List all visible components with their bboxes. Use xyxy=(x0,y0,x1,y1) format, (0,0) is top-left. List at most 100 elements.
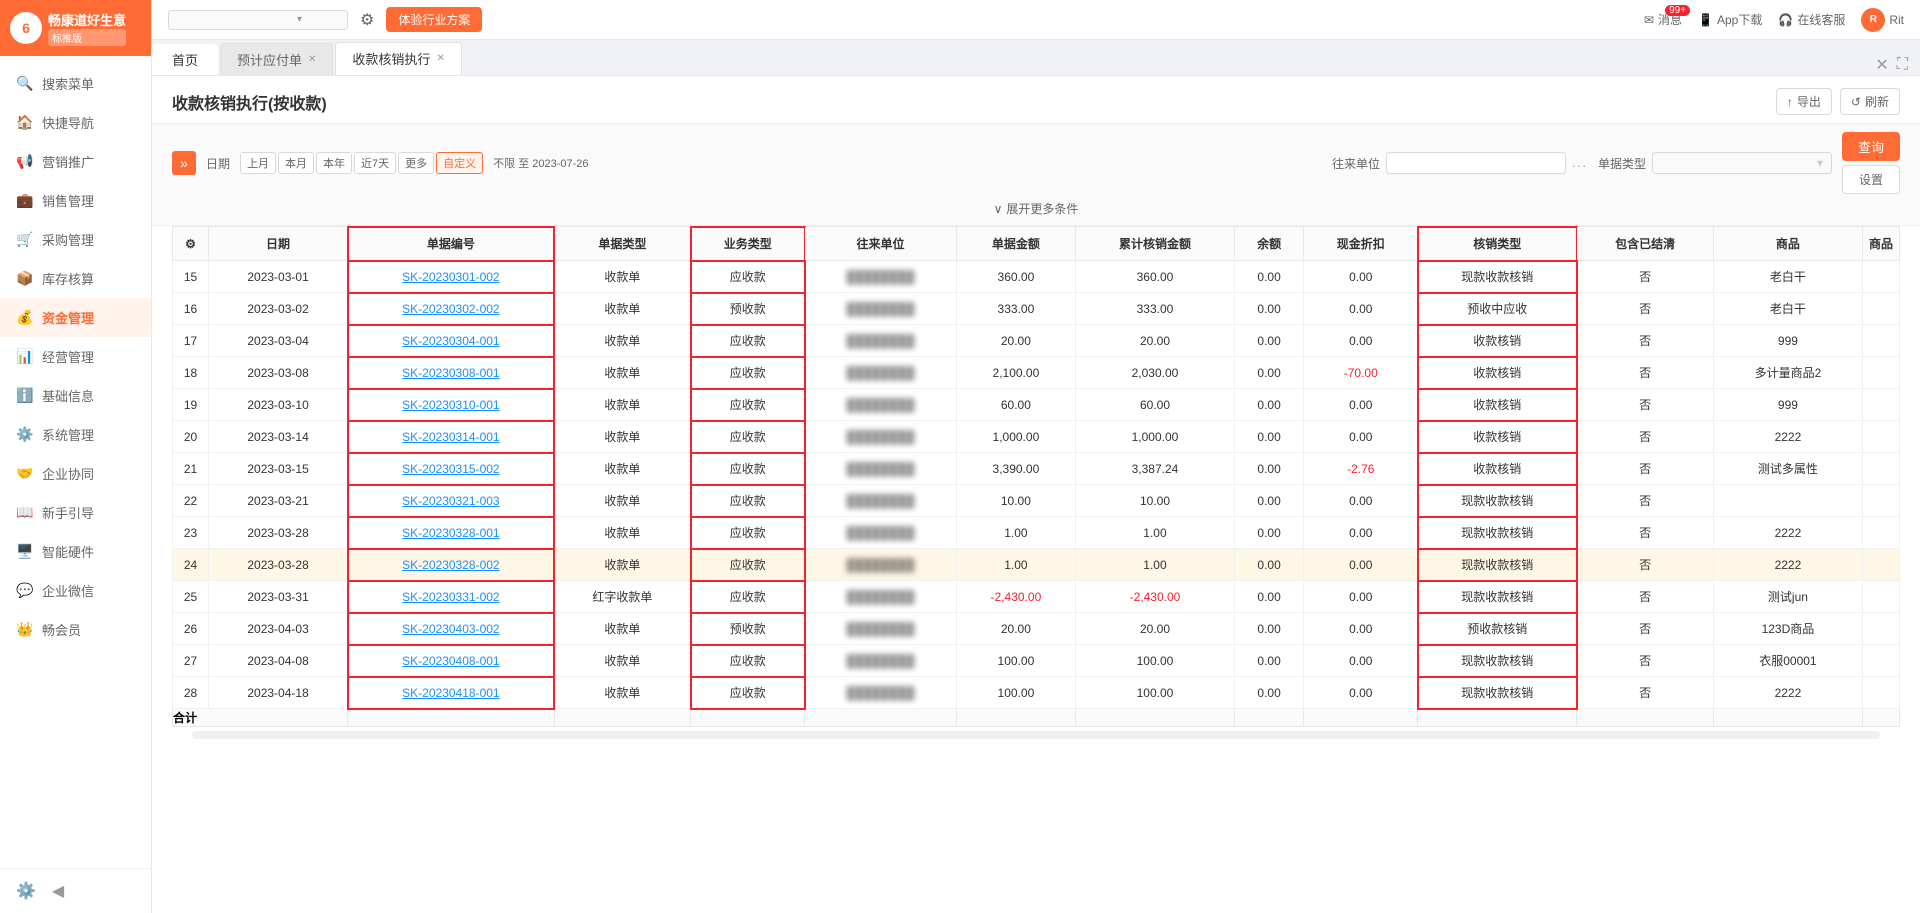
export-button[interactable]: ↑ 导出 xyxy=(1776,88,1832,115)
gear-icon[interactable]: ⚙ xyxy=(360,10,374,30)
btn-custom-date[interactable]: 自定义 xyxy=(436,152,483,174)
message-button[interactable]: ✉ 消息 99+ xyxy=(1644,11,1682,28)
doc-no-link[interactable]: SK-20230403-002 xyxy=(402,622,499,636)
col-doc-type[interactable]: 单据类型 xyxy=(554,227,691,261)
btn-this-year[interactable]: 本年 xyxy=(316,152,352,174)
cell-doc-no[interactable]: SK-20230328-002 xyxy=(348,549,555,581)
cell-doc-no[interactable]: SK-20230304-001 xyxy=(348,325,555,357)
col-cash-discount[interactable]: 现金折扣 xyxy=(1304,227,1418,261)
cell-goods2 xyxy=(1862,261,1899,293)
query-button[interactable]: 查询 xyxy=(1842,132,1900,161)
sidebar-item-hardware[interactable]: 🖥️智能硬件 xyxy=(0,532,151,571)
search-input[interactable] xyxy=(177,13,297,27)
doc-no-link[interactable]: SK-20230308-001 xyxy=(402,366,499,380)
tab-prepayment[interactable]: 预计应付单 ✕ xyxy=(220,43,333,75)
type-select[interactable]: ▾ xyxy=(1652,152,1832,174)
btn-last-7-days[interactable]: 近7天 xyxy=(354,152,396,174)
tab-close-all-icon[interactable]: ✕ xyxy=(1875,55,1888,75)
doc-no-link[interactable]: SK-20230321-003 xyxy=(402,494,499,508)
col-write-off-amount[interactable]: 累计核销金额 xyxy=(1075,227,1234,261)
doc-no-link[interactable]: SK-20230328-001 xyxy=(402,526,499,540)
settings-icon[interactable]: ⚙️ xyxy=(16,881,36,901)
doc-no-link[interactable]: SK-20230302-002 xyxy=(402,302,499,316)
doc-no-link[interactable]: SK-20230408-001 xyxy=(402,654,499,668)
cell-balance: 0.00 xyxy=(1234,421,1303,453)
online-service-button[interactable]: 🎧 在线客服 xyxy=(1778,11,1845,28)
cell-doc-no[interactable]: SK-20230331-002 xyxy=(348,581,555,613)
cell-goods2 xyxy=(1862,549,1899,581)
col-goods2[interactable]: 商品 xyxy=(1862,227,1899,261)
cell-write-off-amount: 1.00 xyxy=(1075,549,1234,581)
solution-button[interactable]: 体验行业方案 xyxy=(386,7,482,32)
cell-doc-no[interactable]: SK-20230308-001 xyxy=(348,357,555,389)
doc-no-link[interactable]: SK-20230328-002 xyxy=(402,558,499,572)
cell-idx: 25 xyxy=(173,581,209,613)
table-scrollbar[interactable] xyxy=(192,731,1880,739)
cell-doc-no[interactable]: SK-20230408-001 xyxy=(348,645,555,677)
sidebar-item-enterprise[interactable]: 🤝企业协同 xyxy=(0,454,151,493)
col-unit[interactable]: 往来单位 xyxy=(805,227,957,261)
collapse-icon[interactable]: ◀ xyxy=(52,881,64,901)
sidebar-footer[interactable]: ⚙️ ◀ xyxy=(0,868,151,913)
col-balance[interactable]: 余额 xyxy=(1234,227,1303,261)
doc-no-link[interactable]: SK-20230418-001 xyxy=(402,686,499,700)
unit-input[interactable] xyxy=(1386,152,1566,174)
sidebar-item-inventory[interactable]: 📦库存核算 xyxy=(0,259,151,298)
sidebar-item-purchase[interactable]: 🛒采购管理 xyxy=(0,220,151,259)
col-write-off-type[interactable]: 核销类型 xyxy=(1418,227,1577,261)
doc-no-link[interactable]: SK-20230315-002 xyxy=(402,462,499,476)
sidebar-item-member[interactable]: 👑畅会员 xyxy=(0,610,151,649)
tab-expand-icon[interactable]: ⛶ xyxy=(1897,56,1908,74)
cell-doc-no[interactable]: SK-20230321-003 xyxy=(348,485,555,517)
cell-doc-no[interactable]: SK-20230310-001 xyxy=(348,389,555,421)
sidebar-item-sales[interactable]: 💼销售管理 xyxy=(0,181,151,220)
col-doc-no[interactable]: 单据编号 xyxy=(348,227,555,261)
filter-settings-button[interactable]: 设置 xyxy=(1842,165,1900,194)
sidebar-item-operations[interactable]: 📊经营管理 xyxy=(0,337,151,376)
sidebar-label-system: 系统管理 xyxy=(42,425,94,444)
doc-no-link[interactable]: SK-20230310-001 xyxy=(402,398,499,412)
sidebar-item-system[interactable]: ⚙️系统管理 xyxy=(0,415,151,454)
cell-doc-no[interactable]: SK-20230328-001 xyxy=(348,517,555,549)
refresh-button[interactable]: ↺ 刷新 xyxy=(1840,88,1900,115)
col-include-settled[interactable]: 包含已结清 xyxy=(1577,227,1714,261)
cell-date: 2023-03-28 xyxy=(209,517,348,549)
cell-date: 2023-03-08 xyxy=(209,357,348,389)
sidebar-item-search[interactable]: 🔍搜索菜单 xyxy=(0,64,151,103)
cell-doc-no[interactable]: SK-20230314-001 xyxy=(348,421,555,453)
cell-goods2 xyxy=(1862,389,1899,421)
btn-this-month[interactable]: 本月 xyxy=(278,152,314,174)
tab-close-receipt[interactable]: ✕ xyxy=(436,53,444,64)
cell-doc-no[interactable]: SK-20230418-001 xyxy=(348,677,555,709)
expand-more-button[interactable]: ∨ 展开更多条件 xyxy=(994,200,1079,217)
cell-doc-no[interactable]: SK-20230315-002 xyxy=(348,453,555,485)
search-dropdown-arrow[interactable]: ▾ xyxy=(297,14,302,25)
doc-no-link[interactable]: SK-20230304-001 xyxy=(402,334,499,348)
col-biz-type[interactable]: 业务类型 xyxy=(691,227,805,261)
cell-doc-no[interactable]: SK-20230302-002 xyxy=(348,293,555,325)
tab-home[interactable]: 首页 xyxy=(152,44,218,75)
tab-close-prepayment[interactable]: ✕ xyxy=(308,54,316,65)
query-actions: 查询 设置 xyxy=(1842,132,1900,194)
cell-doc-no[interactable]: SK-20230403-002 xyxy=(348,613,555,645)
sidebar-item-guide[interactable]: 📖新手引导 xyxy=(0,493,151,532)
sidebar-item-basic-info[interactable]: ℹ️基础信息 xyxy=(0,376,151,415)
col-date[interactable]: 日期 xyxy=(209,227,348,261)
doc-no-link[interactable]: SK-20230314-001 xyxy=(402,430,499,444)
col-amount[interactable]: 单据金额 xyxy=(956,227,1075,261)
sidebar-item-quick-nav[interactable]: 🏠快捷导航 xyxy=(0,103,151,142)
tab-receipt-write-off[interactable]: 收款核销执行 ✕ xyxy=(335,42,461,75)
sidebar-label-enterprise: 企业协同 xyxy=(42,464,94,483)
app-download-button[interactable]: 📱 App下载 xyxy=(1698,11,1762,28)
sidebar-item-finance[interactable]: 💰资金管理 xyxy=(0,298,151,337)
cell-doc-no[interactable]: SK-20230301-002 xyxy=(348,261,555,293)
doc-no-link[interactable]: SK-20230331-002 xyxy=(402,590,499,604)
sidebar-item-wechat[interactable]: 💬企业微信 xyxy=(0,571,151,610)
btn-more-dates[interactable]: 更多 xyxy=(398,152,434,174)
sidebar-item-marketing[interactable]: 📢营销推广 xyxy=(0,142,151,181)
btn-last-month[interactable]: 上月 xyxy=(240,152,276,174)
search-wrap[interactable]: ▾ xyxy=(168,10,348,30)
doc-no-link[interactable]: SK-20230301-002 xyxy=(402,270,499,284)
filter-toggle-btn[interactable]: » xyxy=(172,151,196,175)
col-goods[interactable]: 商品 xyxy=(1713,227,1862,261)
